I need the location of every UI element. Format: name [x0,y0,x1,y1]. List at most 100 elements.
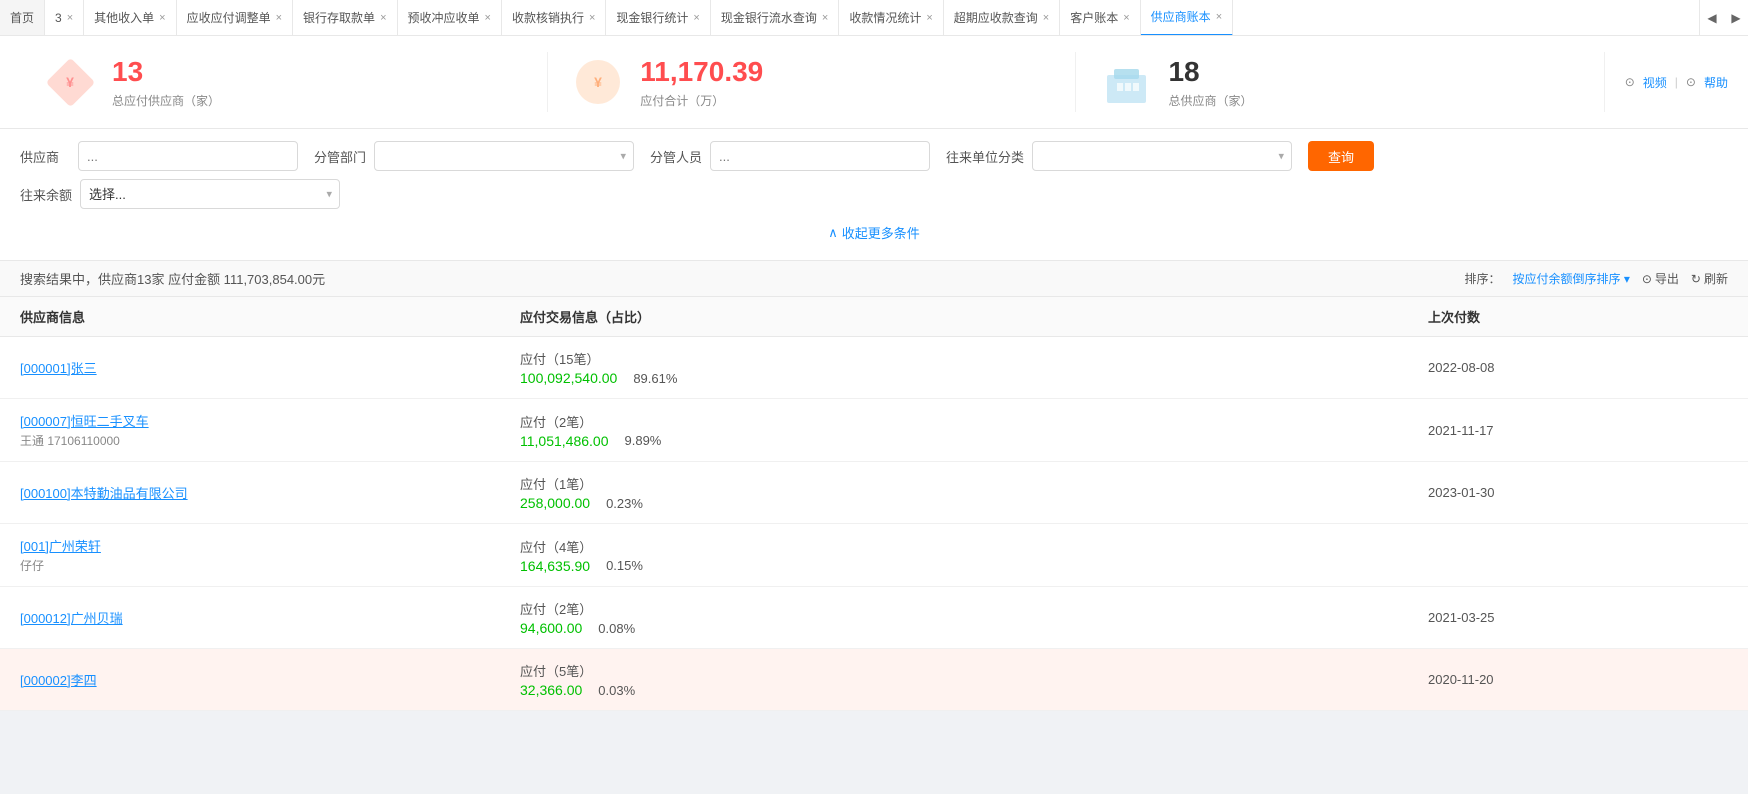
sort-value[interactable]: 按应付余额倒序排序 ▾ [1512,270,1629,287]
amount-label: 应付（4笔） [520,537,1428,556]
nav-tab-bank-deposit[interactable]: 银行存取款单 × [293,0,397,36]
nav-tab-advance-offset-label: 预收冲应收单 [408,9,480,26]
summary-content-total-suppliers: 18 总供应商（家） [1168,55,1252,110]
nav-tab-cash-bank-stat[interactable]: 现金银行统计 × [606,0,710,36]
person-input[interactable] [710,141,930,171]
last-pay-date: 2020-11-20 [1428,672,1494,687]
close-icon[interactable]: × [276,12,282,24]
collapse-button[interactable]: ∧ 收起更多条件 [828,217,920,248]
supplier-info-cell: [000100]本特勤油品有限公司 [20,483,520,502]
table-row: [001]广州荣轩 仔仔 应付（4笔） 164,635.90 0.15% [0,524,1748,587]
unit-class-select-wrapper [1032,141,1292,171]
close-icon[interactable]: × [926,12,932,24]
unit-class-select[interactable] [1032,141,1292,171]
supplier-sub-info: 仔仔 [20,557,520,574]
filter-area: 供应商 分管部门 分管人员 往来单位分类 查询 往来 [0,129,1748,261]
amount-row: 100,092,540.00 89.61% [520,370,1428,386]
refresh-label: 刷新 [1704,270,1728,287]
balance-select[interactable]: 选择... [80,179,340,209]
close-icon[interactable]: × [159,12,165,24]
collapse-label: 收起更多条件 [842,223,920,242]
nav-tab-bank-deposit-label: 银行存取款单 [303,9,375,26]
filter-dept: 分管部门 [314,141,634,171]
close-icon[interactable]: × [693,12,699,24]
amount-row: 32,366.00 0.03% [520,682,1428,698]
filter-person: 分管人员 [650,141,930,171]
svg-text:¥: ¥ [594,74,602,90]
amount-label: 应付（2笔） [520,412,1428,431]
nav-tab-supplier-ledger[interactable]: 供应商账本 × [1141,0,1233,36]
query-button[interactable]: 查询 [1308,141,1374,171]
close-icon[interactable]: × [380,12,386,24]
nav-next-arrow[interactable]: ▶ [1724,0,1748,36]
last-pay-cell: 2020-11-20 [1428,672,1728,687]
nav-tab-ar-ap-adjust[interactable]: 应收应付调整单 × [177,0,293,36]
summary-card-total-suppliers: 18 总供应商（家） [1076,52,1604,112]
video-icon: ⊙ [1625,75,1635,89]
table-row: [000001]张三 应付（15笔） 100,092,540.00 89.61%… [0,337,1748,399]
supplier-link[interactable]: [000012]广州贝瑞 [20,608,520,627]
svg-text:¥: ¥ [66,74,74,90]
supplier-link[interactable]: [000001]张三 [20,358,520,377]
close-icon[interactable]: × [485,12,491,24]
supplier-input[interactable] [78,141,298,171]
close-icon[interactable]: × [1123,12,1129,24]
nav-tab-customer-ledger[interactable]: 客户账本 × [1060,0,1140,36]
supplier-link[interactable]: [000002]李四 [20,670,520,689]
amount-row: 11,051,486.00 9.89% [520,433,1428,449]
nav-tab-ar-ap-adjust-label: 应收应付调整单 [187,9,271,26]
last-pay-cell: 2023-01-30 [1428,485,1728,500]
close-icon[interactable]: × [822,12,828,24]
supplier-info-cell: [000007]恒旺二手叉车 王通 17106110000 [20,411,520,449]
nav-tab-home[interactable]: 首页 [0,0,45,36]
amount-value: 164,635.90 [520,558,590,574]
close-icon[interactable]: × [1216,11,1222,23]
nav-tab-overdue-ar[interactable]: 超期应收款查询 × [944,0,1060,36]
nav-tab-cash-flow-query[interactable]: 现金银行流水查询 × [711,0,839,36]
close-icon[interactable]: × [589,12,595,24]
nav-prev-arrow[interactable]: ◀ [1700,0,1724,36]
export-button[interactable]: ⊙ 导出 [1642,270,1679,287]
video-link[interactable]: 视频 [1643,74,1667,91]
supplier-link[interactable]: [001]广州荣轩 [20,536,520,555]
nav-tab-customer-ledger-label: 客户账本 [1070,9,1118,26]
filter-balance: 往来余额 选择... [20,179,340,209]
nav-tab-collection-stat-label: 收款情况统计 [849,9,921,26]
summary-area: ¥ 13 总应付供应商（家） ¥ 11,170.39 应付合计（万） [0,36,1748,129]
col-header-last-pay: 上次付数 [1428,307,1728,326]
amount-pct: 0.23% [606,496,643,511]
table-row: [000002]李四 应付（5笔） 32,366.00 0.03% 2020-1… [0,649,1748,711]
export-icon: ⊙ [1642,272,1652,286]
nav-tab-collection-exec[interactable]: 收款核销执行 × [502,0,606,36]
amount-label: 应付（1笔） [520,474,1428,493]
nav-tab-advance-offset[interactable]: 预收冲应收单 × [398,0,502,36]
close-icon[interactable]: × [67,12,73,24]
refresh-button[interactable]: ↻ 刷新 [1691,270,1728,287]
close-icon[interactable]: × [1043,12,1049,24]
nav-tab-collection-stat[interactable]: 收款情况统计 × [839,0,943,36]
supplier-link[interactable]: [000100]本特勤油品有限公司 [20,483,520,502]
last-pay-date: 2021-11-17 [1428,423,1494,438]
dept-select[interactable] [374,141,634,171]
data-table: 供应商信息 应付交易信息（占比） 上次付数 [000001]张三 应付（15笔）… [0,297,1748,711]
col-header-amount: 应付交易信息（占比） [520,307,1428,326]
nav-tab-other-income[interactable]: 其他收入单 × [84,0,176,36]
help-link[interactable]: 帮助 [1704,74,1728,91]
supplier-link[interactable]: [000007]恒旺二手叉车 [20,411,520,430]
amount-row: 258,000.00 0.23% [520,495,1428,511]
result-bar: 搜索结果中，供应商13家 应付金额 111,703,854.00元 排序： 按应… [0,261,1748,297]
nav-tab-other-income-label: 其他收入单 [94,9,154,26]
last-pay-cell: 2021-03-25 [1428,610,1728,625]
amount-value: 94,600.00 [520,620,582,636]
amount-value: 32,366.00 [520,682,582,698]
last-pay-date: 2021-03-25 [1428,610,1495,625]
summary-card-amount: ¥ 11,170.39 应付合计（万） [548,52,1076,112]
dept-filter-label: 分管部门 [314,147,366,166]
balance-select-wrapper: 选择... [80,179,340,209]
amount-info-cell: 应付（15笔） 100,092,540.00 89.61% [520,349,1428,386]
export-label: 导出 [1655,270,1679,287]
supplier-payable-icon: ¥ [40,52,100,112]
chevron-up-icon: ∧ [828,225,838,241]
nav-tab-3[interactable]: 3 × [45,0,84,36]
last-pay-date: 2023-01-30 [1428,485,1495,500]
